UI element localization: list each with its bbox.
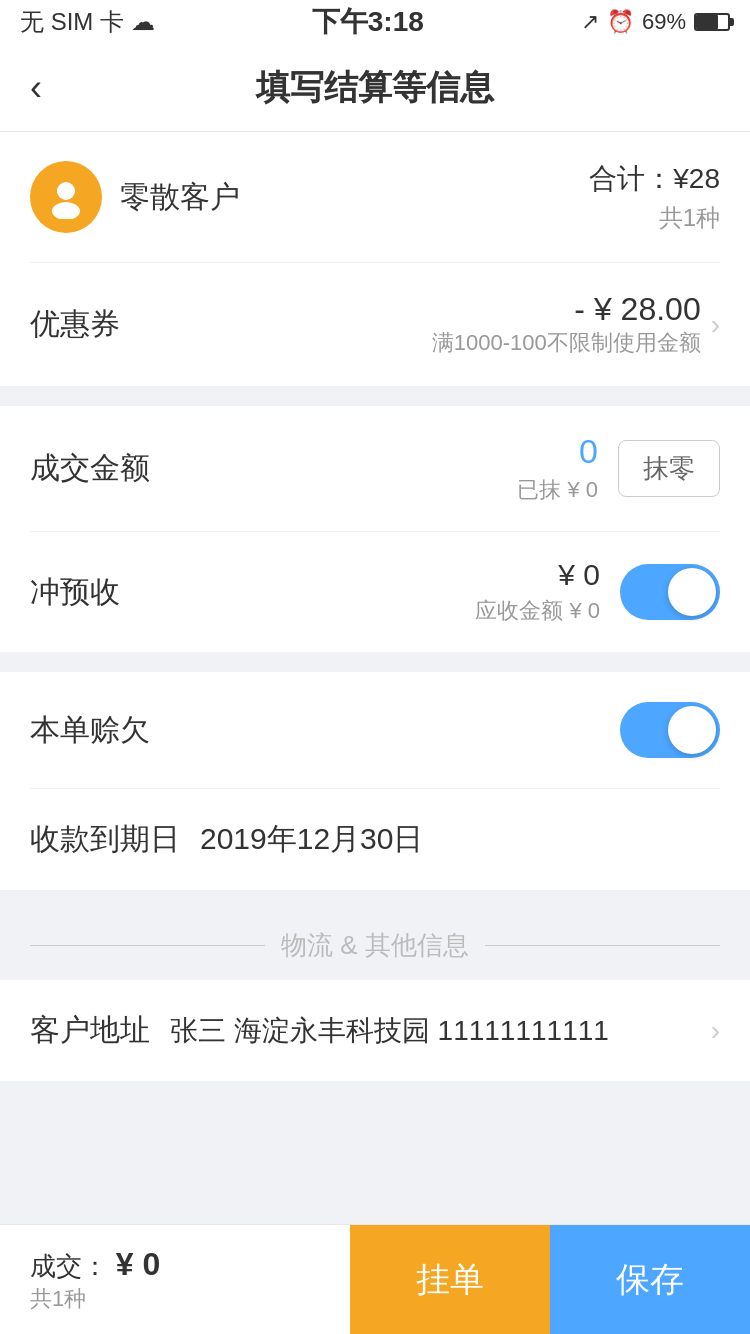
address-section: 客户地址 张三 海淀永丰科技园 11111111111 › (0, 980, 750, 1081)
battery-icon (694, 13, 730, 31)
alarm-icon: ⏰ (607, 9, 634, 35)
line-left (30, 945, 265, 946)
bottom-bar: 成交： ¥ 0 共1种 挂单 保存 (0, 1224, 750, 1334)
transaction-value-group: 0 已抹 ¥ 0 (517, 432, 598, 505)
customer-info: 零散客户 (30, 161, 240, 233)
prepayment-right: ¥ 0 应收金额 ¥ 0 (475, 558, 720, 626)
status-right: ↗ ⏰ 69% (581, 9, 730, 35)
logistics-header: 物流 & 其他信息 (0, 910, 750, 980)
avatar (30, 161, 102, 233)
signal-text: 无 SIM 卡 ☁ (20, 6, 155, 38)
round-off-button[interactable]: 抹零 (618, 440, 720, 497)
bottom-summary: 成交： ¥ 0 共1种 (0, 1246, 350, 1314)
status-left: 无 SIM 卡 ☁ (20, 6, 155, 38)
coupon-label: 优惠券 (30, 304, 120, 345)
summary-label: 成交： (30, 1251, 108, 1281)
line-right (485, 945, 720, 946)
summary-line: 成交： ¥ 0 (30, 1246, 320, 1284)
back-button[interactable]: ‹ (30, 57, 62, 119)
due-date-value: 2019年12月30日 (200, 819, 423, 860)
svg-point-1 (52, 202, 80, 219)
save-button[interactable]: 保存 (550, 1225, 750, 1335)
debt-toggle-knob (668, 706, 716, 754)
prepayment-row: 冲预收 ¥ 0 应收金额 ¥ 0 (30, 532, 720, 652)
transaction-amount-row: 成交金额 0 已抹 ¥ 0 抹零 (30, 406, 720, 532)
address-row[interactable]: 客户地址 张三 海淀永丰科技园 11111111111 › (30, 980, 720, 1081)
round-off-text: 已抹 ¥ 0 (517, 475, 598, 505)
coupon-right: - ¥ 28.00 满1000-100不限制使用金额 › (432, 291, 720, 358)
debt-section: 本单赊欠 收款到期日 2019年12月30日 (0, 672, 750, 890)
coupon-row[interactable]: 优惠券 - ¥ 28.00 满1000-100不限制使用金额 › (30, 263, 720, 386)
status-bar: 无 SIM 卡 ☁ 下午3:18 ↗ ⏰ 69% (0, 0, 750, 44)
total-count: 共1种 (589, 202, 720, 234)
prepayment-subtext: 应收金额 ¥ 0 (475, 596, 600, 626)
transaction-section: 成交金额 0 已抹 ¥ 0 抹零 冲预收 ¥ 0 应收金额 ¥ 0 (0, 406, 750, 652)
due-date-row: 收款到期日 2019年12月30日 (30, 788, 720, 890)
customer-row: 零散客户 合计：¥28 共1种 (30, 132, 720, 263)
debt-label: 本单赊欠 (30, 710, 150, 751)
summary-amount: ¥ 0 (116, 1246, 160, 1282)
customer-total: 合计：¥28 共1种 (589, 160, 720, 234)
coupon-description: 满1000-100不限制使用金额 (432, 328, 701, 358)
prepayment-amount: ¥ 0 (475, 558, 600, 592)
prepayment-info: ¥ 0 应收金额 ¥ 0 (475, 558, 600, 626)
address-value: 张三 海淀永丰科技园 11111111111 (170, 1012, 701, 1050)
coupon-content: - ¥ 28.00 满1000-100不限制使用金额 (432, 291, 701, 358)
address-label: 客户地址 (30, 1010, 170, 1051)
due-date-label: 收款到期日 (30, 819, 180, 860)
battery-text: 69% (642, 9, 686, 35)
summary-count: 共1种 (30, 1284, 320, 1314)
divider-2 (0, 652, 750, 672)
logistics-line: 物流 & 其他信息 (0, 928, 750, 963)
transaction-value[interactable]: 0 (517, 432, 598, 471)
prepayment-toggle[interactable] (620, 564, 720, 620)
logistics-label: 物流 & 其他信息 (281, 928, 469, 963)
customer-name: 零散客户 (120, 177, 240, 218)
location-icon: ↗ (581, 9, 599, 35)
prepayment-label: 冲预收 (30, 572, 120, 613)
page-title: 填写结算等信息 (256, 65, 494, 111)
chevron-right-icon: › (711, 309, 720, 341)
divider-3 (0, 890, 750, 910)
debt-toggle[interactable] (620, 702, 720, 758)
nav-bar: ‹ 填写结算等信息 (0, 44, 750, 132)
status-time: 下午3:18 (312, 3, 424, 41)
total-amount: 合计：¥28 (589, 160, 720, 198)
customer-section: 零散客户 合计：¥28 共1种 优惠券 - ¥ 28.00 满1000-100不… (0, 132, 750, 386)
toggle-knob (668, 568, 716, 616)
divider-1 (0, 386, 750, 406)
hang-button[interactable]: 挂单 (350, 1225, 550, 1335)
debt-row: 本单赊欠 (30, 672, 720, 788)
address-chevron-icon: › (711, 1015, 720, 1047)
svg-point-0 (57, 182, 75, 200)
transaction-label: 成交金额 (30, 448, 150, 489)
transaction-right: 0 已抹 ¥ 0 抹零 (517, 432, 720, 505)
coupon-discount: - ¥ 28.00 (432, 291, 701, 328)
